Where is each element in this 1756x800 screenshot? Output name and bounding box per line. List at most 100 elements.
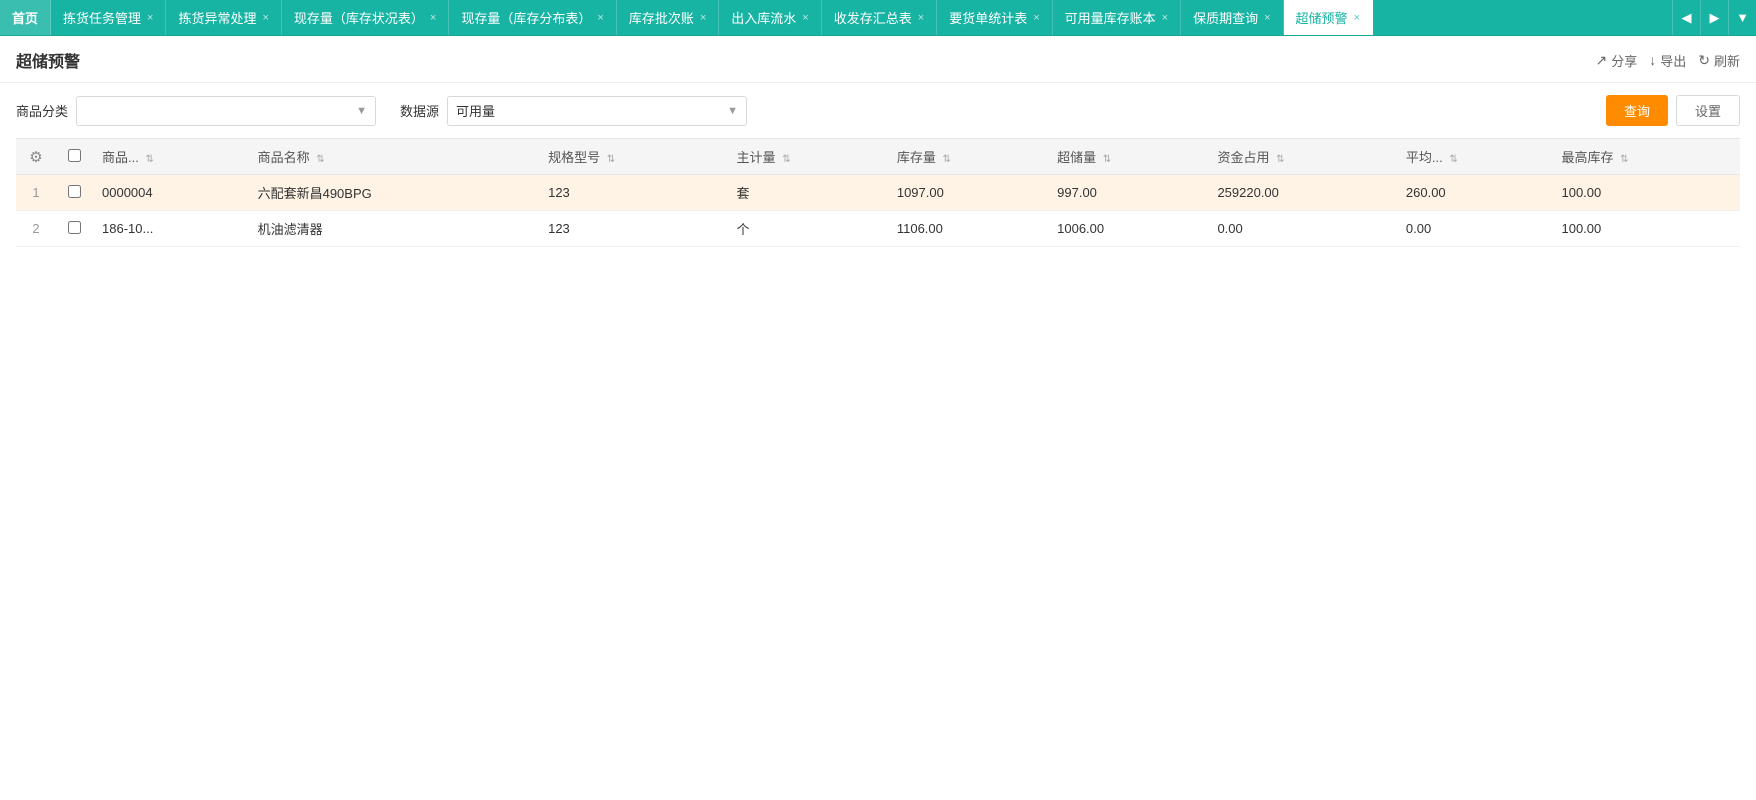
col-stock[interactable]: 库存量 ⇅	[887, 139, 1047, 175]
sort-product-name-icon: ⇅	[316, 154, 324, 165]
nav-bar: 首页 拣货任务管理×拣货异常处理×现存量（库存状况表）×现存量（库存分布表）×库…	[0, 0, 1756, 36]
col-avg[interactable]: 平均... ⇅	[1396, 139, 1552, 175]
col-product-name[interactable]: 商品名称 ⇅	[248, 139, 539, 175]
nav-tab-label-8: 可用量库存账本	[1065, 8, 1156, 27]
nav-tab-10[interactable]: 超储预警×	[1284, 0, 1373, 35]
nav-tab-6[interactable]: 收发存汇总表 ×	[822, 0, 937, 35]
row-overstock-1: 1006.00	[1047, 211, 1207, 247]
table-row: 1 0000004 六配套新昌490BPG 123 套 1097.00 997.…	[16, 175, 1740, 211]
row-product-name-1: 机油滤清器	[248, 211, 539, 247]
select-all-checkbox[interactable]	[68, 149, 81, 162]
export-icon: ↓	[1649, 52, 1656, 68]
col-spec[interactable]: 规格型号 ⇅	[538, 139, 726, 175]
nav-tab-close-5[interactable]: ×	[802, 12, 808, 24]
row-select-0[interactable]	[68, 185, 81, 198]
nav-tab-label-2: 现存量（库存状况表）	[294, 8, 424, 27]
filter-actions: 查询 设置	[1606, 95, 1740, 126]
nav-tab-label-3: 现存量（库存分布表）	[461, 8, 591, 27]
nav-tabs: 拣货任务管理×拣货异常处理×现存量（库存状况表）×现存量（库存分布表）×库存批次…	[51, 0, 1672, 35]
nav-tab-7[interactable]: 要货单统计表 ×	[937, 0, 1052, 35]
row-capital-0: 259220.00	[1207, 175, 1395, 211]
sort-spec-icon: ⇅	[607, 154, 615, 165]
nav-tab-8[interactable]: 可用量库存账本 ×	[1053, 0, 1181, 35]
nav-tab-label-7: 要货单统计表	[949, 8, 1027, 27]
row-num-0: 1	[16, 175, 56, 211]
data-source-arrow-icon: ▼	[727, 105, 738, 117]
col-capital[interactable]: 资金占用 ⇅	[1207, 139, 1395, 175]
col-settings[interactable]: ⚙	[16, 139, 56, 175]
row-checkbox-1	[56, 211, 92, 247]
nav-home[interactable]: 首页	[0, 0, 51, 35]
row-num-1: 2	[16, 211, 56, 247]
nav-tab-2[interactable]: 现存量（库存状况表） ×	[282, 0, 449, 35]
sort-avg-icon: ⇅	[1449, 154, 1457, 165]
data-source-label: 数据源	[400, 101, 439, 120]
nav-tab-close-6[interactable]: ×	[918, 12, 924, 24]
gear-icon[interactable]: ⚙	[29, 148, 42, 166]
page-title: 超储预警	[16, 48, 80, 72]
share-icon: ↗	[1595, 52, 1607, 69]
col-max-stock[interactable]: 最高库存 ⇅	[1551, 139, 1740, 175]
nav-tab-label-9: 保质期查询	[1193, 8, 1258, 27]
row-stock-0: 1097.00	[887, 175, 1047, 211]
setting-button[interactable]: 设置	[1676, 95, 1740, 126]
nav-arrows: ◀ ▶ ▼	[1672, 0, 1756, 36]
nav-tab-label-0: 拣货任务管理	[63, 8, 141, 27]
nav-tab-close-1[interactable]: ×	[262, 12, 268, 24]
row-max-stock-0: 100.00	[1551, 175, 1740, 211]
nav-tab-close-10[interactable]: ×	[1354, 12, 1360, 24]
nav-prev-arrow[interactable]: ◀	[1672, 0, 1700, 36]
row-unit-0: 套	[727, 175, 887, 211]
sort-max-stock-icon: ⇅	[1620, 154, 1628, 165]
table-row: 2 186-10... 机油滤清器 123 个 1106.00 1006.00 …	[16, 211, 1740, 247]
nav-tab-close-9[interactable]: ×	[1264, 12, 1270, 24]
row-spec-0: 123	[538, 175, 726, 211]
col-checkbox	[56, 139, 92, 175]
nav-tab-close-7[interactable]: ×	[1033, 12, 1039, 24]
nav-tab-0[interactable]: 拣货任务管理 ×	[51, 0, 166, 35]
sort-product-code-icon: ⇅	[145, 154, 153, 165]
nav-tab-9[interactable]: 保质期查询 ×	[1181, 0, 1283, 35]
query-button[interactable]: 查询	[1606, 95, 1668, 126]
nav-menu-arrow[interactable]: ▼	[1728, 0, 1756, 36]
table-head: ⚙ 商品... ⇅ 商品名称 ⇅ 规格型号 ⇅	[16, 139, 1740, 175]
col-unit[interactable]: 主计量 ⇅	[727, 139, 887, 175]
row-capital-1: 0.00	[1207, 211, 1395, 247]
page-header: 超储预警 ↗ 分享 ↓ 导出 ↻ 刷新	[0, 36, 1756, 83]
row-overstock-0: 997.00	[1047, 175, 1207, 211]
row-stock-1: 1106.00	[887, 211, 1047, 247]
row-product-name-0: 六配套新昌490BPG	[248, 175, 539, 211]
nav-tab-1[interactable]: 拣货异常处理 ×	[166, 0, 281, 35]
row-product-code-1: 186-10...	[92, 211, 248, 247]
product-category-select[interactable]: ▼	[76, 96, 376, 126]
row-product-code-0: 0000004	[92, 175, 248, 211]
nav-tab-close-0[interactable]: ×	[147, 12, 153, 24]
nav-tab-label-1: 拣货异常处理	[178, 8, 256, 27]
col-product-code[interactable]: 商品... ⇅	[92, 139, 248, 175]
share-button[interactable]: ↗ 分享	[1595, 51, 1637, 70]
product-category-group: 商品分类 ▼	[16, 96, 376, 126]
refresh-icon: ↻	[1698, 52, 1710, 69]
nav-next-arrow[interactable]: ▶	[1700, 0, 1728, 36]
table-body: 1 0000004 六配套新昌490BPG 123 套 1097.00 997.…	[16, 175, 1740, 247]
col-overstock[interactable]: 超储量 ⇅	[1047, 139, 1207, 175]
nav-tab-label-6: 收发存汇总表	[834, 8, 912, 27]
row-avg-0: 260.00	[1396, 175, 1552, 211]
row-checkbox-0	[56, 175, 92, 211]
nav-tab-close-2[interactable]: ×	[430, 12, 436, 24]
refresh-button[interactable]: ↻ 刷新	[1698, 51, 1740, 70]
export-button[interactable]: ↓ 导出	[1649, 51, 1686, 70]
table-header-row: ⚙ 商品... ⇅ 商品名称 ⇅ 规格型号 ⇅	[16, 139, 1740, 175]
nav-tab-5[interactable]: 出入库流水×	[719, 0, 821, 35]
header-actions: ↗ 分享 ↓ 导出 ↻ 刷新	[1595, 51, 1740, 70]
nav-tab-3[interactable]: 现存量（库存分布表） ×	[449, 0, 616, 35]
data-source-select[interactable]: 可用量 ▼	[447, 96, 747, 126]
row-avg-1: 0.00	[1396, 211, 1552, 247]
row-unit-1: 个	[727, 211, 887, 247]
nav-tab-close-3[interactable]: ×	[597, 12, 603, 24]
row-select-1[interactable]	[68, 221, 81, 234]
nav-tab-close-4[interactable]: ×	[700, 12, 706, 24]
row-spec-1: 123	[538, 211, 726, 247]
nav-tab-4[interactable]: 库存批次账×	[617, 0, 719, 35]
nav-tab-close-8[interactable]: ×	[1162, 12, 1168, 24]
